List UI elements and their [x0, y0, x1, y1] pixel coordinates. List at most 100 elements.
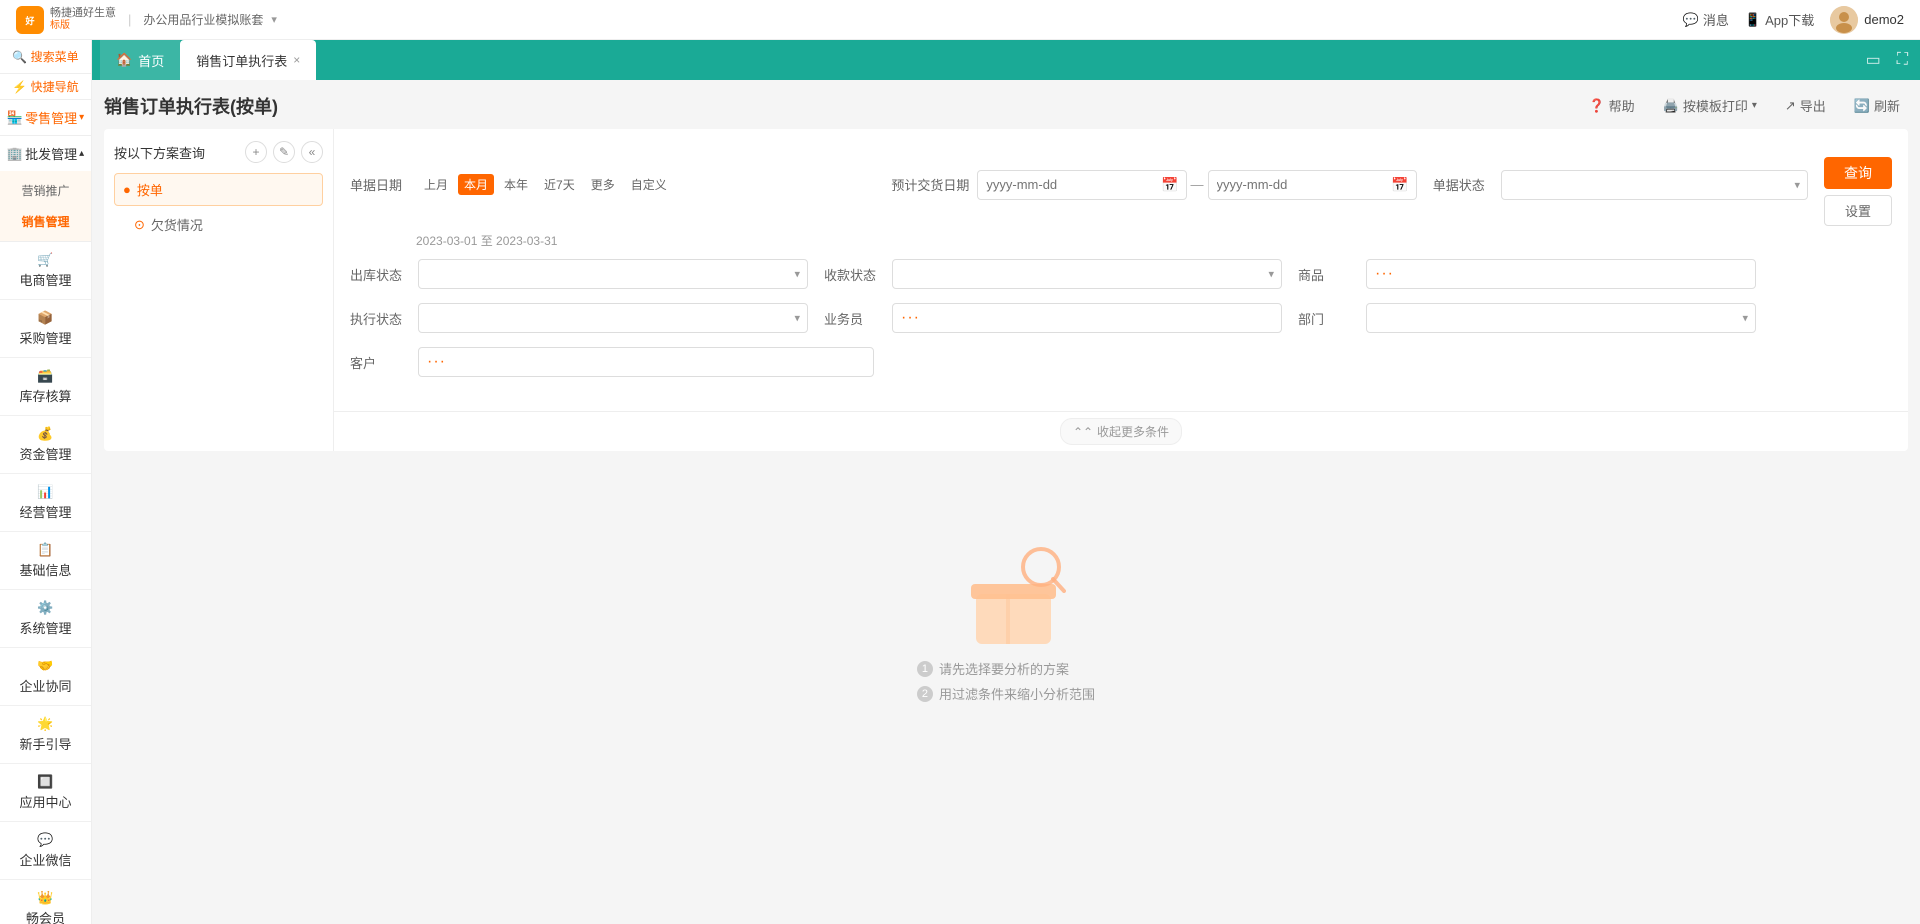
add-scheme-btn[interactable]: + [245, 141, 267, 163]
query-button[interactable]: 查询 [1824, 157, 1892, 189]
content-area: 🏠 首页 销售订单执行表 × ▭ ⛶ 销售订单执行表(按单) ❓ 帮助 [92, 40, 1920, 924]
edit-icon: ✎ [279, 145, 289, 159]
dept-select[interactable] [1366, 303, 1756, 333]
filter-field-forecast-date: 预计交货日期 📅 — 📅 [891, 170, 1416, 200]
collapse-scheme-btn[interactable]: « [301, 141, 323, 163]
filter-field-dept: 部门 [1298, 303, 1756, 333]
product-ellipsis: ··· [1375, 265, 1394, 283]
sidebar-item-enterprise[interactable]: 🤝 企业协同 [0, 648, 91, 706]
status-select-wrap [1501, 170, 1808, 200]
exec-label: 执行状态 [350, 309, 410, 328]
tab-home[interactable]: 🏠 首页 [100, 40, 180, 80]
user-profile[interactable]: demo2 [1830, 6, 1904, 34]
refresh-btn[interactable]: 🔄 刷新 [1846, 92, 1908, 119]
product-label: 商品 [1298, 265, 1358, 284]
customer-label: 客户 [350, 353, 410, 372]
sidebar-item-wholesale[interactable]: 🏢 批发管理 ▴ [0, 136, 91, 171]
print-icon: 🖨️ [1663, 98, 1679, 114]
scheme-radio-icon: ● [123, 182, 131, 197]
help-btn[interactable]: ❓ 帮助 [1580, 92, 1642, 119]
date-btn-custom[interactable]: 自定义 [625, 174, 673, 195]
filter-main: 按以下方案查询 + ✎ « [104, 129, 1908, 451]
page-title: 销售订单执行表(按单) [104, 93, 278, 119]
exec-select[interactable] [418, 303, 808, 333]
filter-field-customer: 客户 ··· [350, 347, 874, 377]
chevron-down-icon: ▾ [79, 112, 84, 123]
date-btn-thisyear[interactable]: 本年 [498, 174, 534, 195]
shipment-select[interactable] [418, 259, 808, 289]
sidebar-item-quicknav[interactable]: ⚡ 快捷导航 [0, 74, 91, 100]
filter-row-2: 出库状态 收款状态 [350, 259, 1892, 289]
tab-close-btn[interactable]: × [293, 53, 300, 67]
tab-minimize-btn[interactable]: ▭ [1862, 46, 1885, 74]
exec-select-wrap [418, 303, 808, 333]
collapse-arrow-icon: ⌃⌃ [1073, 425, 1093, 439]
sidebar-item-retail[interactable]: 🏪 零售管理 ▾ [0, 100, 91, 135]
filter-left: 按以下方案查询 + ✎ « [104, 129, 334, 451]
filter-field-product: 商品 ··· [1298, 259, 1756, 289]
date-btn-lastmonth[interactable]: 上月 [418, 174, 454, 195]
customer-ellipsis: ··· [427, 353, 446, 371]
sidebar-item-wechat[interactable]: 💬 企业微信 [0, 822, 91, 880]
forecast-date-end[interactable] [1208, 170, 1417, 200]
hint-num-1: 1 [917, 661, 933, 677]
empty-hint-1: 1 请先选择要分析的方案 [917, 659, 1095, 678]
app-center-icon: 🔲 [37, 774, 53, 790]
status-select[interactable] [1501, 170, 1808, 200]
sidebar-item-member[interactable]: 👑 畅会员 [0, 880, 91, 924]
sidebar-group-wholesale: 🏢 批发管理 ▴ 营销推广 销售管理 [0, 136, 91, 242]
customer-picker[interactable]: ··· [418, 347, 874, 377]
scheme-item-active[interactable]: ● 按单 [114, 173, 323, 206]
filter-row-4: 客户 ··· [350, 347, 1892, 377]
date-btn-more[interactable]: 更多 [585, 174, 621, 195]
scheme-sub-item[interactable]: ⊙ 欠货情况 [114, 210, 323, 239]
sidebar-item-inventory[interactable]: 🗃️ 库存核算 [0, 358, 91, 416]
sidebar-item-sales[interactable]: 销售管理 [0, 206, 91, 237]
collect-select[interactable] [892, 259, 1282, 289]
filter-field-date: 单据日期 上月 本月 本年 近7天 更多 自定义 [350, 174, 875, 195]
export-btn[interactable]: ↗ 导出 [1777, 92, 1834, 119]
sidebar-item-operation[interactable]: 📊 经营管理 [0, 474, 91, 532]
filter-right: 单据日期 上月 本月 本年 近7天 更多 自定义 [334, 129, 1908, 405]
dept-label: 部门 [1298, 309, 1358, 328]
sidebar-item-finance[interactable]: 💰 资金管理 [0, 416, 91, 474]
setting-button[interactable]: 设置 [1824, 195, 1892, 226]
message-btn[interactable]: 💬 消息 [1683, 10, 1729, 29]
page-content: 销售订单执行表(按单) ❓ 帮助 🖨️ 按模板打印 ▾ ↗ 导出 [92, 80, 1920, 924]
filter-field-exec: 执行状态 [350, 303, 808, 333]
edit-scheme-btn[interactable]: ✎ [273, 141, 295, 163]
user-name: demo2 [1864, 12, 1904, 27]
salesman-picker[interactable]: ··· [892, 303, 1282, 333]
shipment-label: 出库状态 [350, 265, 410, 284]
logo-icon: 好 [16, 6, 44, 34]
system-icon: ⚙️ [37, 600, 53, 616]
chevron-up-icon: ▴ [79, 148, 84, 159]
newbie-icon: 🌟 [37, 716, 53, 732]
date-label: 单据日期 [350, 175, 410, 194]
date-btn-7days[interactable]: 近7天 [538, 174, 581, 195]
collapse-btn[interactable]: ⌃⌃ 收起更多条件 [1060, 418, 1182, 445]
app-download-btn[interactable]: 📱 App下载 [1745, 10, 1814, 29]
sidebar-item-purchase[interactable]: 📦 采购管理 [0, 300, 91, 358]
sidebar-item-basic[interactable]: 📋 基础信息 [0, 532, 91, 590]
date-quick-btns: 上月 本月 本年 近7天 更多 自定义 [418, 174, 673, 195]
forecast-date-start[interactable] [977, 170, 1186, 200]
empty-illustration [956, 539, 1056, 639]
ecommerce-icon: 🛒 [37, 252, 53, 268]
sidebar-item-search[interactable]: 🔍 搜索菜单 [0, 40, 91, 74]
sidebar-item-system[interactable]: ⚙️ 系统管理 [0, 590, 91, 648]
sidebar-item-ecommerce[interactable]: 🛒 电商管理 [0, 242, 91, 300]
breadcrumb-arrow[interactable]: ▾ [271, 13, 277, 26]
date-range-text: 2023-03-01 至 2023-03-31 [416, 234, 557, 248]
sidebar-item-app[interactable]: 🔲 应用中心 [0, 764, 91, 822]
sidebar-item-marketing[interactable]: 营销推广 [0, 175, 91, 206]
tab-expand-btn[interactable]: ⛶ [1893, 47, 1912, 73]
filter-right-container: 单据日期 上月 本月 本年 近7天 更多 自定义 [334, 129, 1908, 451]
tab-active[interactable]: 销售订单执行表 × [180, 40, 316, 80]
date-btn-thismonth[interactable]: 本月 [458, 174, 494, 195]
product-picker[interactable]: ··· [1366, 259, 1756, 289]
sidebar-group-retail: 🏪 零售管理 ▾ [0, 100, 91, 136]
collect-label: 收款状态 [824, 265, 884, 284]
print-btn[interactable]: 🖨️ 按模板打印 ▾ [1655, 92, 1765, 119]
sidebar-item-newbie[interactable]: 🌟 新手引导 [0, 706, 91, 764]
